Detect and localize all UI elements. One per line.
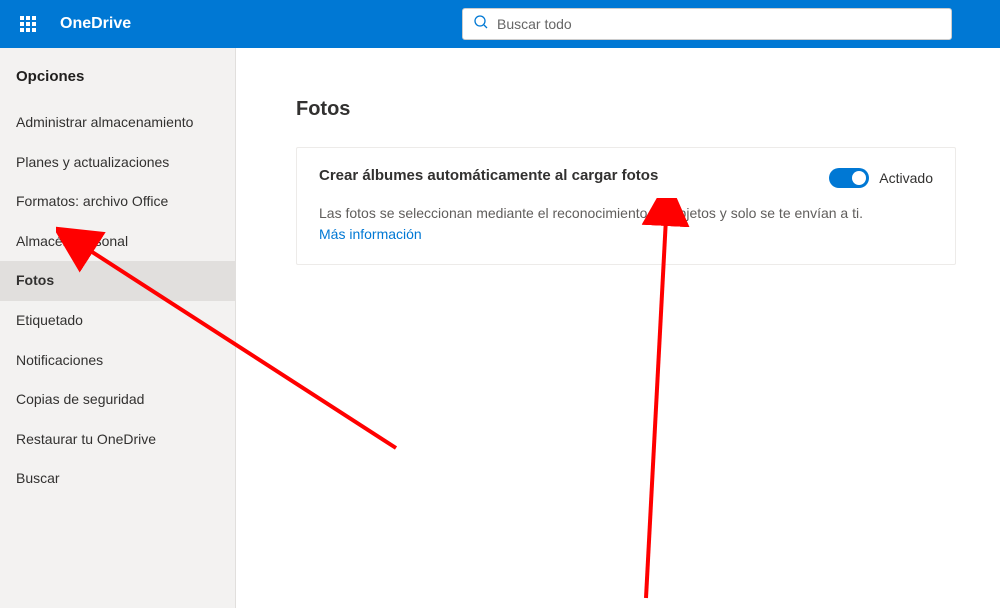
sidebar-item-label: Formatos: archivo Office <box>16 193 168 209</box>
sidebar-item-personal-vault[interactable]: Almacén personal <box>0 222 235 262</box>
sidebar-item-office-formats[interactable]: Formatos: archivo Office <box>0 182 235 222</box>
sidebar: Opciones Administrar almacenamiento Plan… <box>0 48 236 608</box>
sidebar-item-label: Etiquetado <box>16 312 83 328</box>
page-title: Fotos <box>296 98 1000 121</box>
toggle-group: Activado <box>829 168 933 188</box>
auto-albums-toggle[interactable] <box>829 168 869 188</box>
sidebar-item-manage-storage[interactable]: Administrar almacenamiento <box>0 103 235 143</box>
sidebar-item-label: Fotos <box>16 272 54 288</box>
sidebar-title: Opciones <box>0 62 235 103</box>
sidebar-item-photos[interactable]: Fotos <box>0 261 235 301</box>
app-header: OneDrive <box>0 0 1000 48</box>
more-info-link[interactable]: Más información <box>319 226 422 242</box>
toggle-knob <box>852 171 866 185</box>
app-launcher-button[interactable] <box>8 4 48 44</box>
search-input[interactable] <box>497 16 941 32</box>
search-container <box>462 8 952 40</box>
sidebar-item-restore[interactable]: Restaurar tu OneDrive <box>0 420 235 460</box>
app-title: OneDrive <box>60 15 131 33</box>
sidebar-item-backups[interactable]: Copias de seguridad <box>0 380 235 420</box>
sidebar-item-plans[interactable]: Planes y actualizaciones <box>0 143 235 183</box>
sidebar-item-label: Restaurar tu OneDrive <box>16 431 156 447</box>
setting-label: Crear álbumes automáticamente al cargar … <box>319 166 658 186</box>
toggle-state-label: Activado <box>879 170 933 186</box>
search-icon <box>473 14 489 35</box>
sidebar-item-label: Almacén personal <box>16 233 128 249</box>
sidebar-item-label: Buscar <box>16 470 60 486</box>
setting-card-auto-albums: Crear álbumes automáticamente al cargar … <box>296 147 956 265</box>
sidebar-item-notifications[interactable]: Notificaciones <box>0 341 235 381</box>
sidebar-item-label: Planes y actualizaciones <box>16 154 169 170</box>
waffle-icon <box>20 16 36 32</box>
sidebar-item-search[interactable]: Buscar <box>0 459 235 499</box>
sidebar-item-tagging[interactable]: Etiquetado <box>0 301 235 341</box>
sidebar-item-label: Notificaciones <box>16 352 103 368</box>
sidebar-item-label: Administrar almacenamiento <box>16 114 193 130</box>
setting-description: Las fotos se seleccionan mediante el rec… <box>319 204 933 224</box>
search-box[interactable] <box>462 8 952 40</box>
sidebar-item-label: Copias de seguridad <box>16 391 144 407</box>
main-content: Fotos Crear álbumes automáticamente al c… <box>236 48 1000 608</box>
